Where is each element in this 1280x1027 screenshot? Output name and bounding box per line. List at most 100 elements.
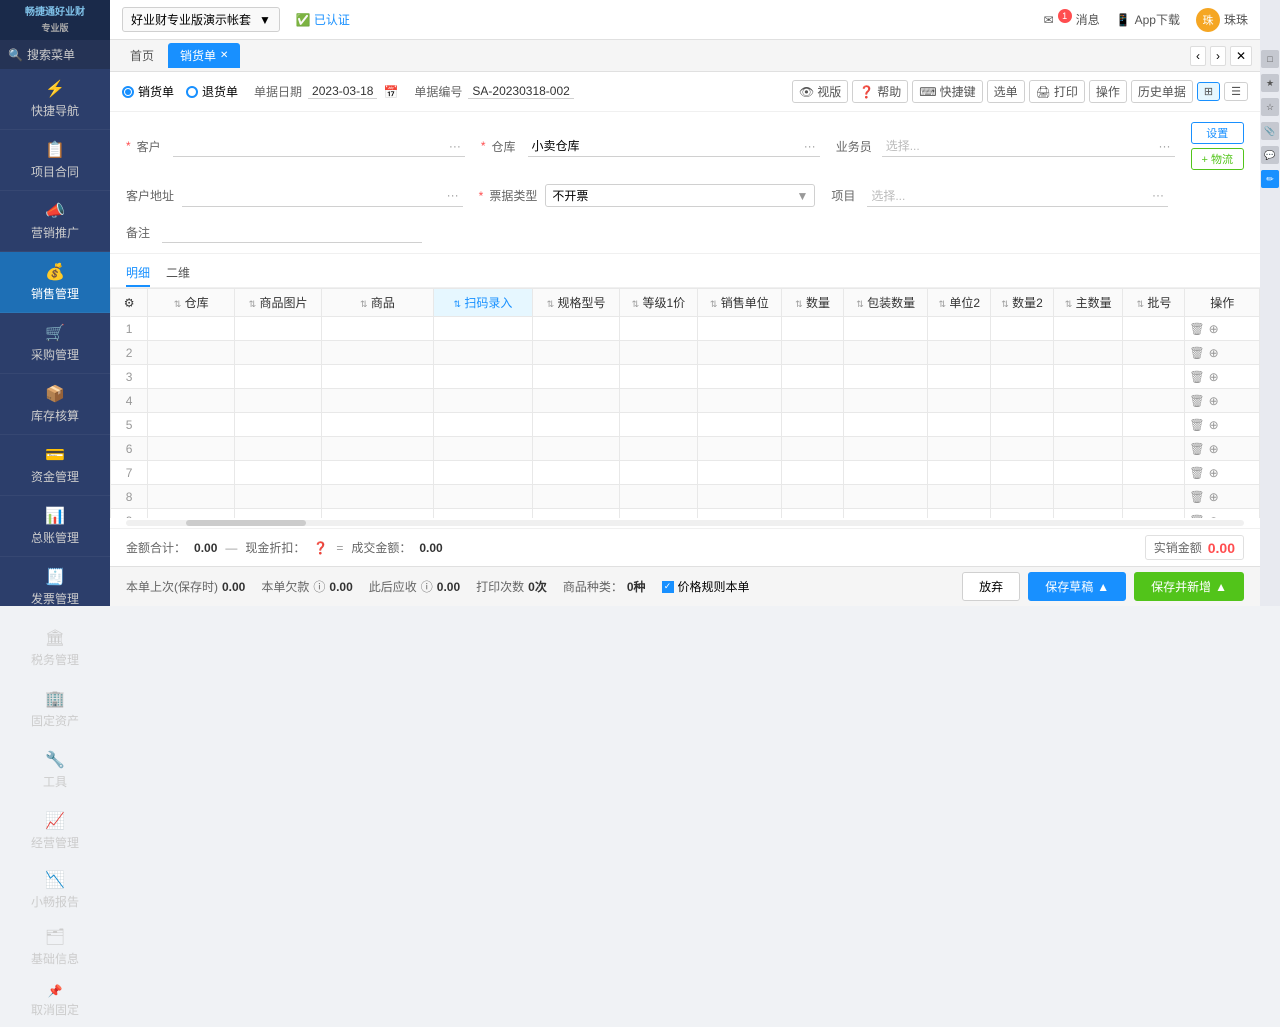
copy-icon[interactable]: ⊕ [1209, 466, 1219, 480]
salesperson-input[interactable]: 选择... ··· [882, 135, 1175, 157]
close-tab-button[interactable]: ✕ [1230, 46, 1252, 66]
sidebar-item-stock[interactable]: 📦 库存核算 [0, 374, 110, 435]
row-cell [533, 341, 620, 365]
tab-sales-order[interactable]: 销货单 ✕ [168, 43, 240, 68]
panel-icon-3[interactable]: ☆ [1261, 98, 1279, 116]
calendar-icon[interactable]: 📅 [383, 85, 398, 99]
next-tab-button[interactable]: › [1210, 46, 1226, 66]
sidebar-item-asset[interactable]: 🏢 固定资产 [0, 679, 110, 740]
copy-icon[interactable]: ⊕ [1209, 322, 1219, 336]
table-row[interactable]: 8🗑⊕ [111, 485, 1260, 509]
invoice-select[interactable]: 不开票 ▼ [545, 184, 815, 207]
table-row[interactable]: 1🗑⊕ [111, 317, 1260, 341]
history-button[interactable]: 历史单据 [1131, 80, 1193, 103]
delete-icon[interactable]: 🗑 [1189, 322, 1204, 336]
sidebar-item-project[interactable]: 📋 项目合同 [0, 130, 110, 191]
copy-icon[interactable]: ⊕ [1209, 514, 1219, 519]
table-row[interactable]: 2🗑⊕ [111, 341, 1260, 365]
product-types-value: 0种 [627, 578, 646, 595]
prev-tab-button[interactable]: ‹ [1190, 46, 1206, 66]
debt-info: 本单欠款 ⓘ 0.00 [261, 578, 352, 595]
tab-detail[interactable]: 明细 [126, 260, 150, 287]
row-cell [844, 461, 928, 485]
list-view-button[interactable]: ☰ [1224, 82, 1248, 101]
table-row[interactable]: 4🗑⊕ [111, 389, 1260, 413]
abandon-button[interactable]: 放弃 [962, 572, 1020, 601]
panel-icon-2[interactable]: ★ [1261, 74, 1279, 92]
sidebar-item-tools[interactable]: 🔧 工具 [0, 740, 110, 801]
remark-input[interactable] [162, 221, 422, 243]
delete-icon[interactable]: 🗑 [1189, 514, 1204, 519]
grid-view-button[interactable]: ⊞ [1197, 82, 1220, 101]
table-row[interactable]: 9🗑⊕ [111, 509, 1260, 519]
price-rule-checkbox[interactable]: ✓ 价格规则本单 [662, 578, 750, 595]
settings-button[interactable]: 设置 [1191, 122, 1244, 144]
tab-home[interactable]: 首页 [118, 43, 166, 68]
app-download-button[interactable]: 📱 App下载 [1116, 11, 1180, 28]
tab-2d[interactable]: 二维 [166, 260, 190, 287]
col-batch-input[interactable]: ⇅ 扫码录入 [433, 289, 532, 317]
project-input[interactable]: 选择... ··· [867, 185, 1168, 207]
delete-icon[interactable]: 🗑 [1189, 442, 1204, 456]
copy-icon[interactable]: ⊕ [1209, 442, 1219, 456]
sidebar-item-funds[interactable]: 💳 资金管理 [0, 435, 110, 496]
save-new-button[interactable]: 保存并新增 ▲ [1134, 572, 1244, 601]
shortcut-button[interactable]: ⌨ 快捷键 [912, 80, 982, 103]
sidebar-item-invoice[interactable]: 🧾 发票管理 [0, 557, 110, 618]
delete-icon[interactable]: 🗑 [1189, 346, 1204, 360]
panel-icon-6[interactable]: ✏ [1261, 170, 1279, 188]
sidebar-item-basic[interactable]: 🗂 基础信息 [0, 919, 110, 976]
sidebar-item-unpin[interactable]: 📌 取消固定 [0, 976, 110, 1027]
customer-input[interactable]: ··· [173, 135, 465, 157]
print-button[interactable]: 🖨 打印 [1029, 80, 1085, 103]
sidebar-item-ops[interactable]: 📈 经营管理 [0, 801, 110, 862]
sidebar-item-sales[interactable]: 💰 销售管理 [0, 252, 110, 313]
delete-icon[interactable]: 🗑 [1189, 370, 1204, 384]
sidebar-item-report[interactable]: 📉 小畅报告 [0, 862, 110, 919]
copy-icon[interactable]: ⊕ [1209, 394, 1219, 408]
logistics-button[interactable]: + 物流 [1191, 148, 1244, 170]
user-avatar[interactable]: 珠 珠珠 [1196, 8, 1248, 32]
copy-icon[interactable]: ⊕ [1209, 490, 1219, 504]
sidebar-item-marketing[interactable]: 📣 营销推广 [0, 191, 110, 252]
save-draft-button[interactable]: 保存草稿 ▲ [1028, 572, 1126, 601]
view-button[interactable]: 👁 视版 [792, 80, 848, 103]
address-input[interactable]: ··· [182, 185, 463, 207]
sidebar-item-tax[interactable]: 🏛 税务管理 [0, 618, 110, 679]
warehouse-input[interactable]: 小卖仓库 ··· [528, 135, 820, 157]
sidebar-item-label: 发票管理 [31, 590, 79, 607]
company-selector[interactable]: 好业财专业版演示帐套 ▼ [122, 7, 280, 32]
panel-icon-1[interactable]: □ [1261, 50, 1279, 68]
copy-icon[interactable]: ⊕ [1209, 370, 1219, 384]
tab-close-icon[interactable]: ✕ [220, 50, 228, 61]
scrollbar-thumb[interactable] [186, 520, 306, 526]
sidebar-search[interactable]: 🔍 搜索菜单 [0, 40, 110, 69]
panel-icon-5[interactable]: 💬 [1261, 146, 1279, 164]
invoice-field-group: * 票据类型 不开票 ▼ [479, 184, 816, 207]
date-value[interactable]: 2023-03-18 [308, 84, 377, 99]
copy-icon[interactable]: ⊕ [1209, 346, 1219, 360]
copy-icon[interactable]: ⊕ [1209, 418, 1219, 432]
delete-icon[interactable]: 🗑 [1189, 490, 1204, 504]
select-button[interactable]: 选单 [987, 80, 1025, 103]
panel-icon-4[interactable]: 📎 [1261, 122, 1279, 140]
radio-sales-order[interactable]: 销货单 [122, 83, 174, 100]
radio-return-order[interactable]: 退货单 [186, 83, 238, 100]
help-button[interactable]: ❓ 帮助 [852, 80, 908, 103]
col-settings[interactable]: ⚙ [111, 289, 148, 317]
delete-icon[interactable]: 🗑 [1189, 394, 1204, 408]
sidebar-item-quick-nav[interactable]: ⚡ 快捷导航 [0, 69, 110, 130]
horizontal-scrollbar[interactable] [126, 520, 1244, 526]
message-button[interactable]: ✉ 1 消息 [1044, 11, 1100, 28]
row-cell [322, 389, 434, 413]
row-cell [991, 389, 1054, 413]
delete-icon[interactable]: 🗑 [1189, 466, 1204, 480]
sidebar-item-purchase[interactable]: 🛒 采购管理 [0, 313, 110, 374]
sidebar-item-account[interactable]: 📊 总账管理 [0, 496, 110, 557]
table-row[interactable]: 5🗑⊕ [111, 413, 1260, 437]
ops-button[interactable]: 操作 [1089, 80, 1127, 103]
delete-icon[interactable]: 🗑 [1189, 418, 1204, 432]
table-row[interactable]: 7🗑⊕ [111, 461, 1260, 485]
table-row[interactable]: 3🗑⊕ [111, 365, 1260, 389]
table-row[interactable]: 6🗑⊕ [111, 437, 1260, 461]
